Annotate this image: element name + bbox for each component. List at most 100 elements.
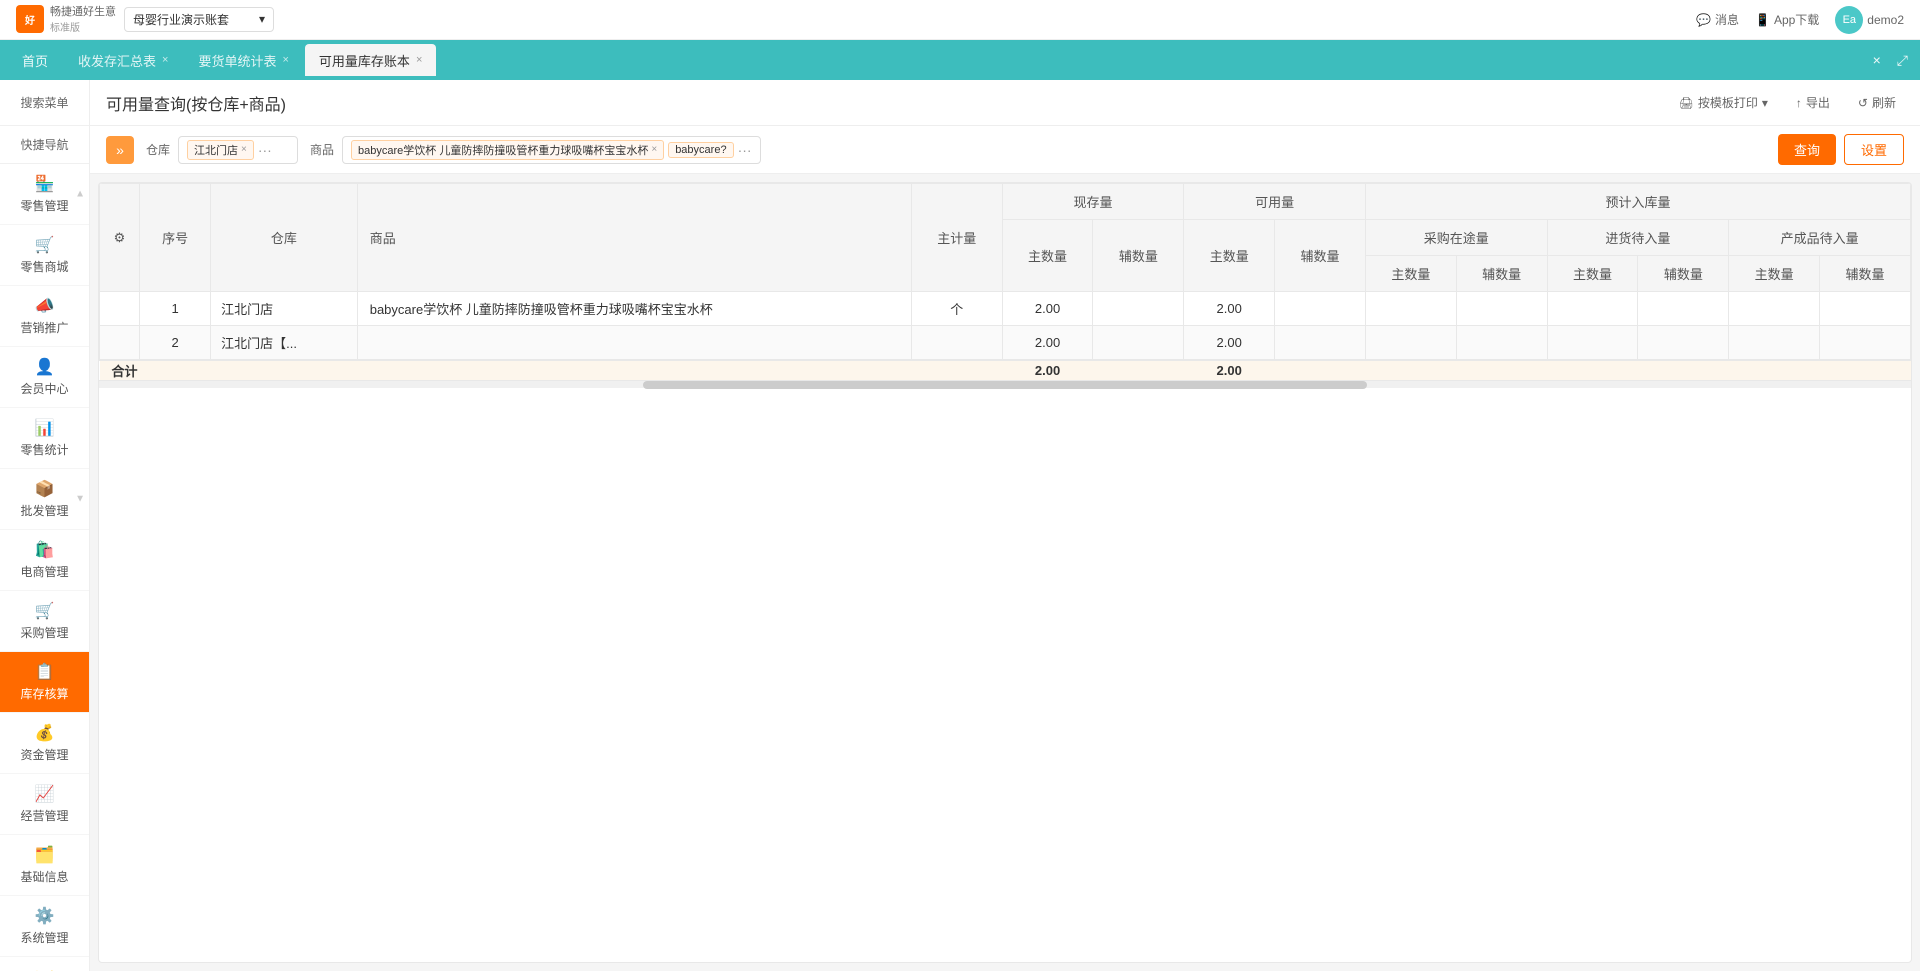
purchase-label: 采购管理 [20, 624, 68, 641]
marketing-icon: 📣 [35, 296, 55, 316]
cell-production-aux-0 [1820, 292, 1911, 326]
scrollbar-thumb[interactable] [643, 381, 1368, 389]
basics-icon: 🗂️ [35, 845, 55, 865]
warehouse-ellipsis[interactable]: ··· [258, 142, 272, 158]
expand-window-button[interactable]: ⤢ [1893, 50, 1912, 71]
product-ellipsis[interactable]: ··· [738, 142, 752, 158]
app-name: 畅捷通好生意 [50, 5, 116, 19]
footer-current-main: 2.00 [1002, 360, 1093, 380]
cell-product-1 [357, 326, 911, 361]
wholesale-icon: 📦 [35, 479, 55, 499]
footer-current-aux [1093, 360, 1184, 380]
avatar: Ea [1835, 6, 1863, 34]
page-header: 可用量查询(按仓库+商品) 🖨 按模板打印 ▾ ↑ 导出 ↺ 刷新 [90, 80, 1920, 126]
header-left: 好 畅捷通好生意 标准版 母婴行业演示账套 ▾ [16, 5, 274, 34]
sidebar-item-enterprise[interactable]: 🤝 企业协同 [0, 957, 89, 971]
message-icon: 💬 [1696, 13, 1711, 27]
nav-right-controls: × ⤢ [1869, 50, 1912, 71]
message-button[interactable]: 💬 消息 [1696, 11, 1739, 28]
finance-label: 资金管理 [20, 746, 68, 763]
sidebar-item-retail-stats[interactable]: 📊 零售统计 [0, 408, 89, 469]
table-row: 1 江北门店 babycare学饮杯 儿童防摔防撞吸管杯重力球吸嘴杯宝宝水杯 个… [100, 292, 1911, 326]
sidebar-item-purchase-mgmt[interactable]: 🛒 采购管理 [0, 591, 89, 652]
refresh-icon: ↺ [1858, 96, 1868, 110]
sidebar-item-wholesale-mgmt[interactable]: 📦 批发管理 ▼ [0, 469, 89, 530]
print-icon: 🖨 [1679, 96, 1694, 110]
cell-available-main-0: 2.00 [1184, 292, 1275, 326]
tab-order-stats[interactable]: 要货单统计表 × [184, 44, 302, 76]
cell-purchase-aux-1 [1456, 326, 1547, 361]
retail-mgmt-label: 零售管理 [20, 197, 68, 214]
sidebar-item-system[interactable]: ⚙️ 系统管理 [0, 896, 89, 957]
quick-nav-section: 快捷导航 [0, 126, 89, 164]
finance-icon: 💰 [35, 723, 55, 743]
warehouse-input[interactable]: 江北门店 × ··· [178, 136, 298, 164]
user-menu[interactable]: Ea demo2 [1835, 6, 1904, 34]
marketing-label: 营销推广 [20, 319, 68, 336]
header-right: 💬 消息 📱 App下载 Ea demo2 [1696, 6, 1904, 34]
footer-available-main: 2.00 [1184, 360, 1275, 380]
app-download-button[interactable]: 📱 App下载 [1755, 11, 1819, 28]
content-area: 可用量查询(按仓库+商品) 🖨 按模板打印 ▾ ↑ 导出 ↺ 刷新 » [90, 80, 1920, 971]
product-input[interactable]: babycare学饮杯 儿童防摔防撞吸管杯重力球吸嘴杯宝宝水杯 × babyca… [342, 136, 761, 164]
product-tag-2: babycare? [668, 142, 733, 158]
warehouse-tag-close[interactable]: × [241, 144, 247, 155]
col-purchase-aux: 辅数量 [1456, 256, 1547, 292]
horizontal-scrollbar[interactable] [99, 380, 1911, 388]
cell-no-0: 1 [140, 292, 211, 326]
data-table: ⚙ 序号 仓库 商品 主计量 现存量 可用量 预计入库量 主数量 辅数量 主数量… [99, 183, 1911, 380]
tab-home[interactable]: 首页 [8, 51, 62, 70]
cell-available-main-1: 2.00 [1184, 326, 1275, 361]
industry-selector[interactable]: 母婴行业演示账套 ▾ [124, 7, 274, 32]
sidebar-item-ecommerce[interactable]: 🛍️ 电商管理 [0, 530, 89, 591]
tab-receipts-close[interactable]: × [162, 55, 168, 66]
sidebar-item-marketing[interactable]: 📣 营销推广 [0, 286, 89, 347]
setting-button[interactable]: 设置 [1844, 134, 1904, 165]
tab-receipts[interactable]: 收发存汇总表 × [64, 44, 182, 76]
cell-current-aux-0 [1093, 292, 1184, 326]
top-header: 好 畅捷通好生意 标准版 母婴行业演示账套 ▾ 💬 消息 📱 App下载 Ea … [0, 0, 1920, 40]
footer-label: 合计 [100, 360, 1003, 380]
product-label: 商品 [310, 141, 334, 158]
sidebar-item-member-center[interactable]: 👤 会员中心 [0, 347, 89, 408]
retail-mgmt-icon: 🏪 [35, 174, 55, 194]
export-button[interactable]: ↑ 导出 [1788, 90, 1838, 115]
purchase-icon: 🛒 [35, 601, 55, 621]
sidebar-item-retail-mgmt[interactable]: 🏪 零售管理 ▲ [0, 164, 89, 225]
col-gear[interactable]: ⚙ [100, 184, 140, 292]
col-current-aux: 辅数量 [1093, 220, 1184, 292]
sidebar-item-basics[interactable]: 🗂️ 基础信息 [0, 835, 89, 896]
tab-available-stock[interactable]: 可用量库存账本 × [305, 44, 436, 76]
col-production-aux: 辅数量 [1820, 256, 1911, 292]
cell-warehouse-0: 江北门店 [211, 292, 358, 326]
sidebar-item-finance[interactable]: 💰 资金管理 [0, 713, 89, 774]
col-group-incoming: 进货待入量 [1547, 220, 1729, 256]
tab-order-stats-close[interactable]: × [282, 55, 288, 66]
chevron-down-print: ▾ [1762, 96, 1768, 110]
close-window-button[interactable]: × [1869, 50, 1885, 70]
cell-incoming-main-0 [1547, 292, 1638, 326]
cell-gear-0 [100, 292, 140, 326]
filter-toggle-button[interactable]: » [106, 136, 134, 164]
search-menu-button[interactable]: 搜索菜单 [8, 88, 81, 117]
tab-available-stock-close[interactable]: × [416, 55, 422, 66]
template-print-button[interactable]: 🖨 按模板打印 ▾ [1671, 90, 1776, 115]
query-button[interactable]: 查询 [1778, 134, 1836, 165]
col-warehouse: 仓库 [211, 184, 358, 292]
cell-current-aux-1 [1093, 326, 1184, 361]
refresh-button[interactable]: ↺ 刷新 [1850, 90, 1904, 115]
refresh-label: 刷新 [1872, 94, 1896, 111]
cell-incoming-main-1 [1547, 326, 1638, 361]
data-table-wrapper: ⚙ 序号 仓库 商品 主计量 现存量 可用量 预计入库量 主数量 辅数量 主数量… [98, 182, 1912, 963]
chevron-icon-2: ▼ [75, 494, 85, 505]
sidebar-item-retail-mall[interactable]: 🛒 零售商城 [0, 225, 89, 286]
member-center-label: 会员中心 [20, 380, 68, 397]
export-label: 导出 [1806, 94, 1830, 111]
inventory-label: 库存核算 [20, 685, 68, 702]
product-tag-1-close[interactable]: × [651, 144, 657, 155]
quick-nav-button[interactable]: 快捷导航 [0, 130, 89, 159]
warehouse-filter-group: 仓库 江北门店 × ··· [146, 136, 298, 164]
sidebar-item-inventory[interactable]: 📋 库存核算 [0, 652, 89, 713]
sidebar-item-operation[interactable]: 📈 经营管理 [0, 774, 89, 835]
cell-incoming-aux-1 [1638, 326, 1729, 361]
